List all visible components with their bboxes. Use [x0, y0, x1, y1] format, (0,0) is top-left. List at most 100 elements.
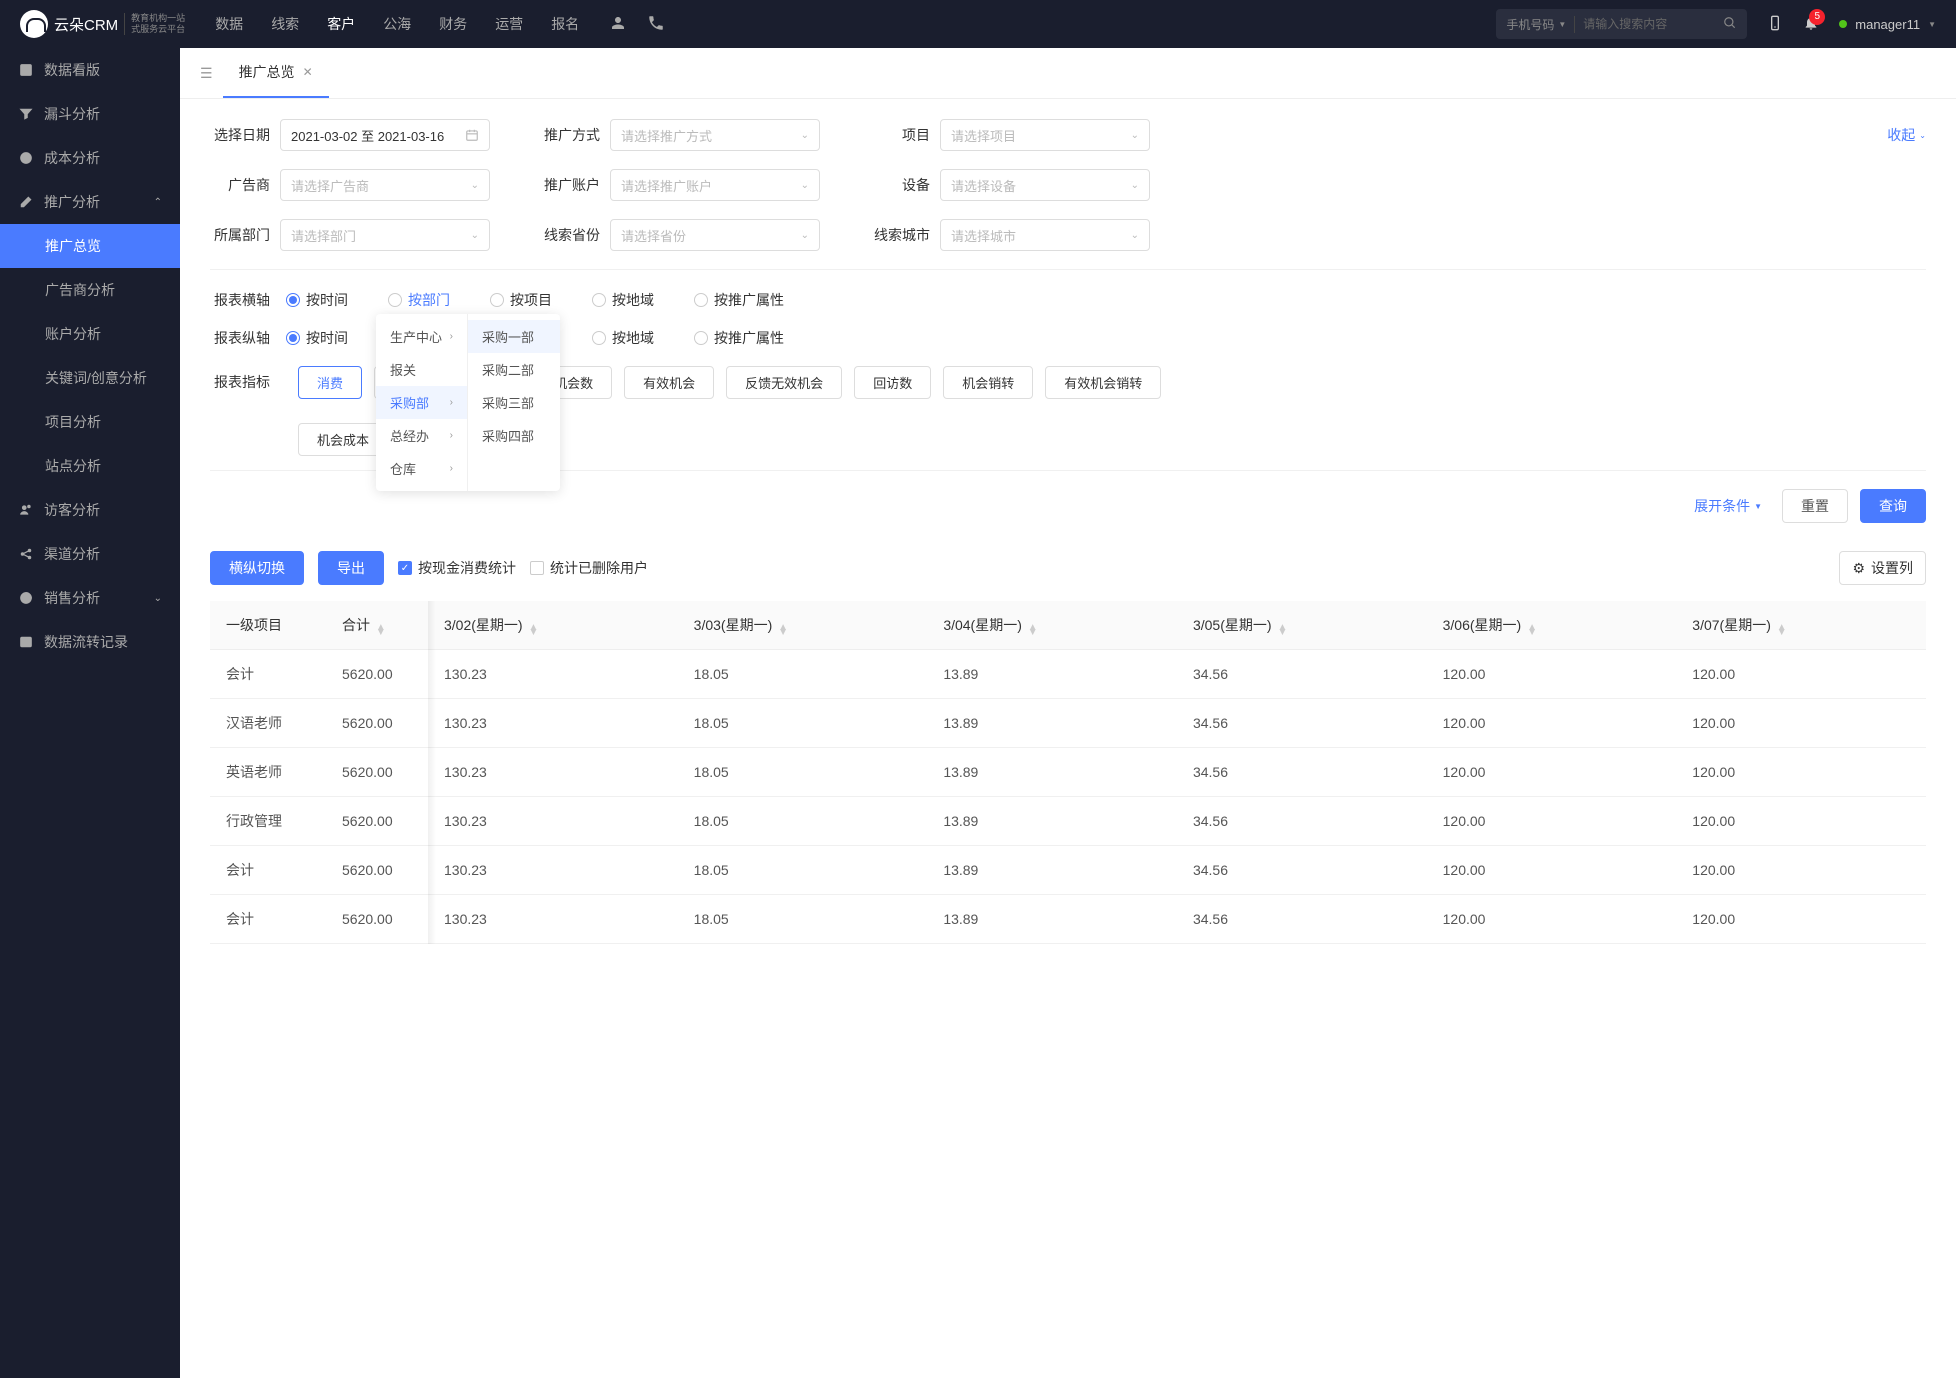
sidebar-subitem-3-0[interactable]: 推广总览	[0, 224, 180, 268]
filter-input-所属部门[interactable]: 请选择部门⌄	[280, 219, 490, 251]
dropdown-item-报关[interactable]: 报关	[376, 353, 467, 386]
filter-input-推广账户[interactable]: 请选择推广账户⌄	[610, 169, 820, 201]
dropdown-item-采购三部[interactable]: 采购三部	[468, 386, 560, 419]
sidebar-subitem-3-4[interactable]: 项目分析	[0, 400, 180, 444]
radio-opt-按时间[interactable]: 按时间	[286, 328, 348, 348]
sidebar-item-2[interactable]: 成本分析	[0, 136, 180, 180]
table-header-4[interactable]: 3/04(星期一) ▲▼	[927, 601, 1177, 650]
user-menu[interactable]: manager11 ▼	[1839, 17, 1936, 32]
user-icon[interactable]	[609, 14, 627, 35]
metric-btn-8[interactable]: 回访数	[854, 366, 931, 399]
filter-label: 设备	[870, 175, 930, 195]
sidebar-item-3[interactable]: 推广分析⌃	[0, 180, 180, 224]
nav-item-1[interactable]: 线索	[271, 14, 299, 34]
tab-overview[interactable]: 推广总览 ✕	[223, 48, 329, 98]
filter-label: 推广账户	[540, 175, 600, 195]
radio-opt-按时间[interactable]: 按时间	[286, 290, 348, 310]
deleted-user-checkbox[interactable]: 统计已删除用户	[530, 558, 648, 578]
dropdown-item-采购部[interactable]: 采购部›	[376, 386, 467, 419]
filter-input-设备[interactable]: 请选择设备⌄	[940, 169, 1150, 201]
logo-icon	[20, 10, 48, 38]
table-header-6[interactable]: 3/06(星期一) ▲▼	[1427, 601, 1677, 650]
notification-bell[interactable]: 5	[1803, 15, 1819, 34]
phone-icon[interactable]	[647, 14, 665, 35]
radio-opt-按推广属性[interactable]: 按推广属性	[694, 328, 784, 348]
query-button[interactable]: 查询	[1860, 489, 1926, 523]
search-type-select[interactable]: 手机号码 ▼	[1506, 16, 1575, 33]
search-icon[interactable]	[1723, 16, 1737, 33]
metric-btn-r2-0[interactable]: 机会成本	[298, 423, 388, 456]
reset-button[interactable]: 重置	[1782, 489, 1848, 523]
sidebar-item-5[interactable]: 渠道分析	[0, 532, 180, 576]
dropdown-item-采购二部[interactable]: 采购二部	[468, 353, 560, 386]
filter-input-推广方式[interactable]: 请选择推广方式⌄	[610, 119, 820, 151]
table-cell: 18.05	[678, 797, 928, 846]
nav-item-3[interactable]: 公海	[383, 14, 411, 34]
dropdown-item-仓库[interactable]: 仓库›	[376, 452, 467, 485]
sidebar-subitem-3-1[interactable]: 广告商分析	[0, 268, 180, 312]
table-cell: 120.00	[1676, 748, 1926, 797]
collapse-link[interactable]: 收起 ⌄	[1887, 125, 1926, 145]
nav-item-6[interactable]: 报名	[551, 14, 579, 34]
nav-item-0[interactable]: 数据	[215, 14, 243, 34]
radio-opt-按地域[interactable]: 按地域	[592, 328, 654, 348]
table-header-0[interactable]: 一级项目	[210, 601, 326, 650]
table-header-1[interactable]: 合计 ▲▼	[326, 601, 428, 650]
table-row: 会计5620.00130.2318.0513.8934.56120.00120.…	[210, 895, 1926, 944]
filter-input-项目[interactable]: 请选择项目⌄	[940, 119, 1150, 151]
table-cell: 120.00	[1676, 846, 1926, 895]
metric-btn-7[interactable]: 反馈无效机会	[726, 366, 842, 399]
nav-item-5[interactable]: 运营	[495, 14, 523, 34]
sidebar-item-1[interactable]: 漏斗分析	[0, 92, 180, 136]
logo[interactable]: 云朵CRM 教育机构一站式服务云平台	[20, 10, 185, 38]
table-header-7[interactable]: 3/07(星期一) ▲▼	[1676, 601, 1926, 650]
metric-btn-6[interactable]: 有效机会	[624, 366, 714, 399]
dropdown-item-生产中心[interactable]: 生产中心›	[376, 320, 467, 353]
search-input[interactable]	[1583, 17, 1723, 31]
sidebar-subitem-3-2[interactable]: 账户分析	[0, 312, 180, 356]
column-settings-button[interactable]: ⚙ 设置列	[1839, 551, 1926, 585]
metric-btn-9[interactable]: 机会销转	[943, 366, 1033, 399]
close-icon[interactable]: ✕	[303, 65, 313, 79]
filter-label: 项目	[870, 125, 930, 145]
metric-btn-10[interactable]: 有效机会销转	[1045, 366, 1161, 399]
cash-stat-checkbox[interactable]: 按现金消费统计	[398, 558, 516, 578]
sidebar-item-7[interactable]: 数据流转记录	[0, 620, 180, 664]
filter-input-广告商[interactable]: 请选择广告商⌄	[280, 169, 490, 201]
table-cell: 120.00	[1676, 797, 1926, 846]
sort-icon: ▲▼	[528, 625, 538, 635]
table-header-5[interactable]: 3/05(星期一) ▲▼	[1177, 601, 1427, 650]
radio-opt-按推广属性[interactable]: 按推广属性	[694, 290, 784, 310]
table-cell: 会计	[210, 650, 326, 699]
dropdown-item-采购一部[interactable]: 采购一部	[468, 320, 560, 353]
table-header-2[interactable]: 3/02(星期一) ▲▼	[428, 601, 678, 650]
dropdown-item-总经办[interactable]: 总经办›	[376, 419, 467, 452]
metric-btn-0[interactable]: 消费	[298, 366, 362, 399]
table-cell: 120.00	[1427, 797, 1677, 846]
table-cell: 13.89	[927, 748, 1177, 797]
dropdown-item-采购四部[interactable]: 采购四部	[468, 419, 560, 452]
radio-icon	[592, 293, 606, 307]
sidebar-subitem-3-5[interactable]: 站点分析	[0, 444, 180, 488]
filter-input-选择日期[interactable]: 2021-03-02 至 2021-03-16	[280, 119, 490, 151]
table-cell: 5620.00	[326, 895, 428, 944]
hamburger-icon[interactable]: ☰	[190, 57, 223, 90]
radio-opt-按项目[interactable]: 按项目	[490, 290, 552, 310]
expand-conditions-link[interactable]: 展开条件 ▼	[1694, 496, 1762, 516]
table-header-3[interactable]: 3/03(星期一) ▲▼	[678, 601, 928, 650]
radio-opt-按地域[interactable]: 按地域	[592, 290, 654, 310]
filter-input-线索省份[interactable]: 请选择省份⌄	[610, 219, 820, 251]
sidebar-item-0[interactable]: 数据看版	[0, 48, 180, 92]
filter-input-线索城市[interactable]: 请选择城市⌄	[940, 219, 1150, 251]
sidebar-item-4[interactable]: 访客分析	[0, 488, 180, 532]
nav-item-4[interactable]: 财务	[439, 14, 467, 34]
export-button[interactable]: 导出	[318, 551, 384, 585]
nav-item-2[interactable]: 客户	[327, 14, 355, 34]
sidebar-subitem-3-3[interactable]: 关键词/创意分析	[0, 356, 180, 400]
table-row: 会计5620.00130.2318.0513.8934.56120.00120.…	[210, 650, 1926, 699]
table-cell: 会计	[210, 895, 326, 944]
switch-axis-button[interactable]: 横纵切换	[210, 551, 304, 585]
device-icon[interactable]	[1767, 15, 1783, 34]
radio-opt-按部门[interactable]: 按部门	[388, 290, 450, 310]
sidebar-item-6[interactable]: 销售分析⌄	[0, 576, 180, 620]
